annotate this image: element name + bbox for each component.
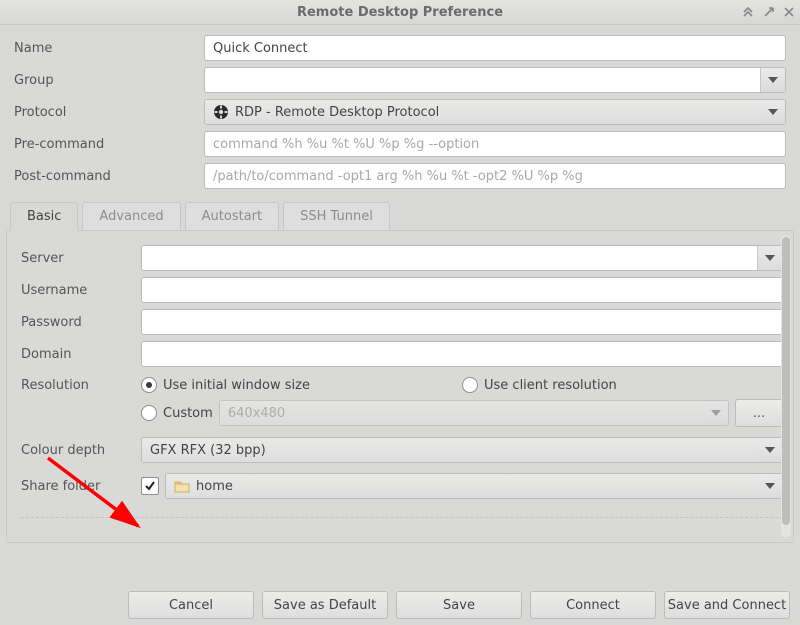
chevron-down-icon[interactable] — [761, 100, 785, 124]
chevron-down-icon[interactable] — [757, 246, 782, 270]
chevron-down-icon[interactable] — [758, 474, 782, 498]
tab-advanced[interactable]: Advanced — [82, 202, 180, 231]
protocol-label: Protocol — [14, 105, 204, 120]
username-input[interactable] — [141, 277, 783, 303]
resolution-label: Resolution — [21, 378, 141, 393]
username-label: Username — [21, 283, 141, 298]
tab-area: Basic Advanced Autostart SSH Tunnel Serv… — [6, 201, 794, 543]
postcommand-input[interactable]: /path/to/command -opt1 arg %h %u %t -opt… — [204, 163, 786, 189]
titlebar: Remote Desktop Preference — [0, 0, 800, 25]
share-folder-label: Share folder — [21, 479, 141, 494]
tab-ssh-tunnel[interactable]: SSH Tunnel — [283, 202, 390, 231]
server-label: Server — [21, 251, 141, 266]
save-connect-button[interactable]: Save and Connect — [664, 591, 790, 619]
tab-autostart[interactable]: Autostart — [185, 202, 279, 231]
radio-client-resolution[interactable]: Use client resolution — [462, 377, 617, 393]
tab-strip: Basic Advanced Autostart SSH Tunnel — [6, 201, 794, 230]
group-combo[interactable] — [204, 67, 786, 93]
colour-depth-label: Colour depth — [21, 443, 141, 458]
protocol-combo[interactable]: RDP - Remote Desktop Protocol — [204, 99, 786, 125]
name-label: Name — [14, 41, 204, 56]
domain-input[interactable] — [141, 341, 783, 367]
window-title: Remote Desktop Preference — [297, 5, 503, 20]
tab-basic[interactable]: Basic — [10, 202, 78, 231]
scrollbar-thumb[interactable] — [782, 237, 790, 525]
server-combo[interactable] — [141, 245, 783, 271]
upper-form: Name Quick Connect Group Protocol RDP - … — [0, 25, 800, 201]
scrollbar[interactable] — [781, 235, 791, 538]
custom-resolution-combo[interactable]: 640x480 — [219, 400, 729, 426]
save-default-button[interactable]: Save as Default — [262, 591, 388, 619]
connect-button[interactable]: Connect — [530, 591, 656, 619]
folder-icon — [174, 479, 190, 493]
colour-depth-combo[interactable]: GFX RFX (32 bpp) — [141, 437, 783, 463]
divider — [21, 517, 783, 518]
resolution-more-button[interactable]: ... — [735, 399, 783, 427]
minimize-icon[interactable] — [742, 6, 754, 18]
precommand-input[interactable]: command %h %u %t %U %p %g --option — [204, 131, 786, 157]
maximize-icon[interactable] — [764, 7, 774, 17]
domain-label: Domain — [21, 347, 141, 362]
cancel-button[interactable]: Cancel — [128, 591, 254, 619]
password-input[interactable] — [141, 309, 783, 335]
group-label: Group — [14, 73, 204, 88]
footer-buttons: Cancel Save as Default Save Connect Save… — [0, 591, 800, 619]
name-input[interactable]: Quick Connect — [204, 35, 786, 61]
rdp-protocol-icon — [213, 104, 229, 120]
tab-panel-basic: Server Username Password Domain — [6, 230, 794, 543]
close-icon[interactable] — [784, 7, 794, 17]
radio-initial-window-size[interactable]: Use initial window size — [141, 377, 310, 393]
share-folder-checkbox[interactable] — [141, 477, 159, 495]
chevron-down-icon[interactable] — [758, 438, 782, 462]
chevron-down-icon[interactable] — [704, 401, 728, 425]
radio-custom-resolution[interactable]: Custom — [141, 405, 213, 421]
password-label: Password — [21, 315, 141, 330]
chevron-down-icon[interactable] — [760, 68, 785, 92]
save-button[interactable]: Save — [396, 591, 522, 619]
postcommand-label: Post-command — [14, 169, 204, 184]
precommand-label: Pre-command — [14, 137, 204, 152]
share-folder-combo[interactable]: home — [165, 473, 783, 499]
